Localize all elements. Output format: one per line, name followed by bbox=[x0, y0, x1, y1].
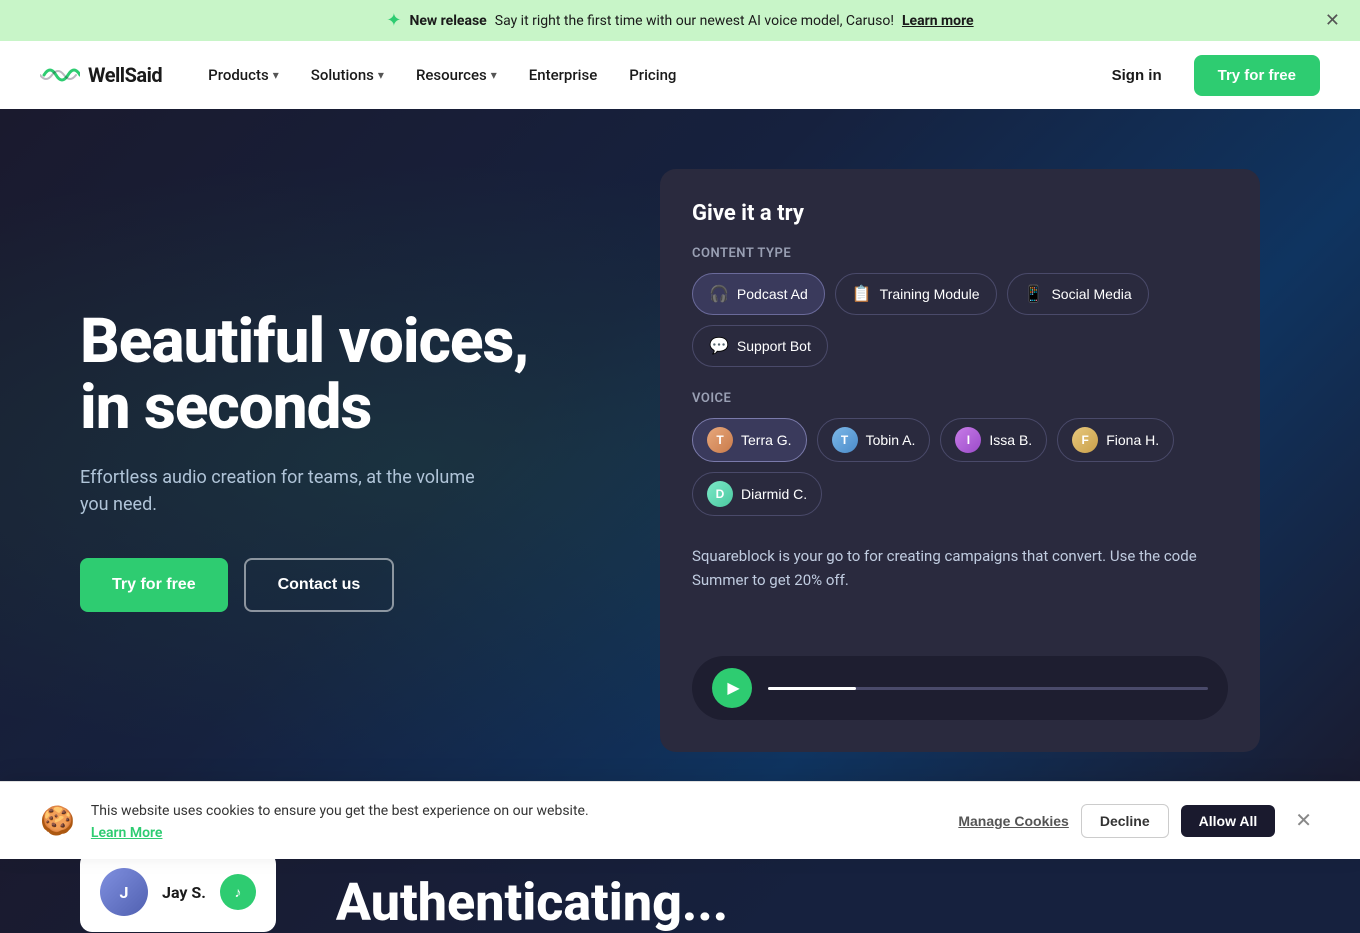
avatar: T bbox=[707, 427, 733, 453]
content-type-podcast[interactable]: 🎧 Podcast Ad bbox=[692, 273, 825, 315]
announcement-bar: ✦ New release Say it right the first tim… bbox=[0, 0, 1360, 41]
try-free-nav-button[interactable]: Try for free bbox=[1194, 55, 1320, 96]
avatar: I bbox=[955, 427, 981, 453]
cookie-message: This website uses cookies to ensure you … bbox=[91, 803, 589, 819]
nav-item-solutions[interactable]: Solutions ▾ bbox=[297, 58, 398, 92]
sparkle-icon: ✦ bbox=[386, 10, 401, 31]
hero-subtitle: Effortless audio creation for teams, at … bbox=[80, 464, 500, 518]
auth-section: Authenticating... bbox=[336, 852, 728, 933]
manage-cookies-button[interactable]: Manage Cookies bbox=[958, 813, 1068, 829]
allow-all-cookies-button[interactable]: Allow All bbox=[1181, 805, 1276, 837]
demo-text: Squareblock is your go to for creating c… bbox=[692, 544, 1228, 624]
avatar: T bbox=[832, 427, 858, 453]
testimonial-name: Jay S. bbox=[162, 883, 206, 902]
cookie-learn-more-link[interactable]: Learn More bbox=[91, 825, 163, 841]
hero-contact-button[interactable]: Contact us bbox=[244, 558, 395, 612]
logo-text: WellSaid bbox=[88, 63, 162, 87]
content-type-buttons: 🎧 Podcast Ad 📋 Training Module 📱 Social … bbox=[692, 273, 1228, 367]
hero-buttons: Try for free Contact us bbox=[80, 558, 600, 612]
demo-card-title: Give it a try bbox=[692, 201, 1228, 226]
hero-right: Give it a try Content type 🎧 Podcast Ad … bbox=[660, 169, 1260, 752]
voice-issa[interactable]: I Issa B. bbox=[940, 418, 1047, 462]
nav-item-enterprise[interactable]: Enterprise bbox=[515, 58, 611, 92]
clipboard-icon: 📋 bbox=[852, 284, 872, 304]
cookie-buttons: Manage Cookies Decline Allow All ✕ bbox=[958, 804, 1320, 838]
avatar: F bbox=[1072, 427, 1098, 453]
announcement-message: Say it right the first time with our new… bbox=[495, 13, 894, 29]
logo[interactable]: WellSaid bbox=[40, 61, 162, 89]
voice-buttons: T Terra G. T Tobin A. I Issa B. F Fiona … bbox=[692, 418, 1228, 516]
chat-icon: 💬 bbox=[709, 336, 729, 356]
sign-in-button[interactable]: Sign in bbox=[1096, 59, 1178, 92]
content-type-label: Content type bbox=[692, 246, 1228, 261]
nav-item-products[interactable]: Products ▾ bbox=[194, 58, 293, 92]
play-button[interactable]: ▶ bbox=[712, 668, 752, 708]
hero-try-free-button[interactable]: Try for free bbox=[80, 558, 228, 612]
voice-fiona[interactable]: F Fiona H. bbox=[1057, 418, 1174, 462]
testimonial-cards: J Jay S. ♪ bbox=[80, 852, 276, 933]
close-icon: ✕ bbox=[1295, 810, 1312, 832]
navbar: WellSaid Products ▾ Solutions ▾ Resource… bbox=[0, 41, 1360, 109]
hero-section: Beautiful voices, in seconds Effortless … bbox=[0, 109, 1360, 812]
play-icon: ▶ bbox=[727, 678, 739, 698]
nav-right: Sign in Try for free bbox=[1096, 55, 1320, 96]
audio-wave-icon: ♪ bbox=[220, 874, 256, 910]
new-release-badge: New release bbox=[409, 13, 486, 29]
avatar: D bbox=[707, 481, 733, 507]
nav-item-resources[interactable]: Resources ▾ bbox=[402, 58, 511, 92]
nav-links: Products ▾ Solutions ▾ Resources ▾ Enter… bbox=[194, 58, 1095, 92]
cookie-icon: 🍪 bbox=[40, 804, 75, 837]
close-cookie-banner-button[interactable]: ✕ bbox=[1287, 804, 1320, 837]
hero-left: Beautiful voices, in seconds Effortless … bbox=[80, 309, 600, 611]
chevron-down-icon: ▾ bbox=[378, 68, 384, 82]
content-type-support[interactable]: 💬 Support Bot bbox=[692, 325, 828, 367]
auth-title: Authenticating... bbox=[336, 872, 728, 933]
voice-terra[interactable]: T Terra G. bbox=[692, 418, 807, 462]
nav-item-pricing[interactable]: Pricing bbox=[615, 58, 690, 92]
content-type-social[interactable]: 📱 Social Media bbox=[1007, 273, 1149, 315]
progress-fill bbox=[768, 687, 856, 690]
announcement-learn-more-link[interactable]: Learn more bbox=[902, 13, 974, 29]
voice-label: Voice bbox=[692, 391, 1228, 406]
phone-icon: 📱 bbox=[1024, 284, 1044, 304]
progress-bar[interactable] bbox=[768, 687, 1208, 690]
list-item[interactable]: J Jay S. ♪ bbox=[80, 852, 276, 932]
cookie-banner: 🍪 This website uses cookies to ensure yo… bbox=[0, 781, 1360, 859]
demo-card: Give it a try Content type 🎧 Podcast Ad … bbox=[660, 169, 1260, 752]
content-type-training[interactable]: 📋 Training Module bbox=[835, 273, 997, 315]
chevron-down-icon: ▾ bbox=[491, 68, 497, 82]
cookie-text-block: This website uses cookies to ensure you … bbox=[91, 800, 942, 841]
voice-tobin[interactable]: T Tobin A. bbox=[817, 418, 931, 462]
headphones-icon: 🎧 bbox=[709, 284, 729, 304]
decline-cookies-button[interactable]: Decline bbox=[1081, 804, 1169, 838]
avatar: J bbox=[100, 868, 148, 916]
audio-player: ▶ bbox=[692, 656, 1228, 720]
chevron-down-icon: ▾ bbox=[273, 68, 279, 82]
close-icon[interactable]: ✕ bbox=[1325, 10, 1340, 31]
voice-diarmid[interactable]: D Diarmid C. bbox=[692, 472, 822, 516]
hero-title: Beautiful voices, in seconds bbox=[80, 309, 600, 439]
